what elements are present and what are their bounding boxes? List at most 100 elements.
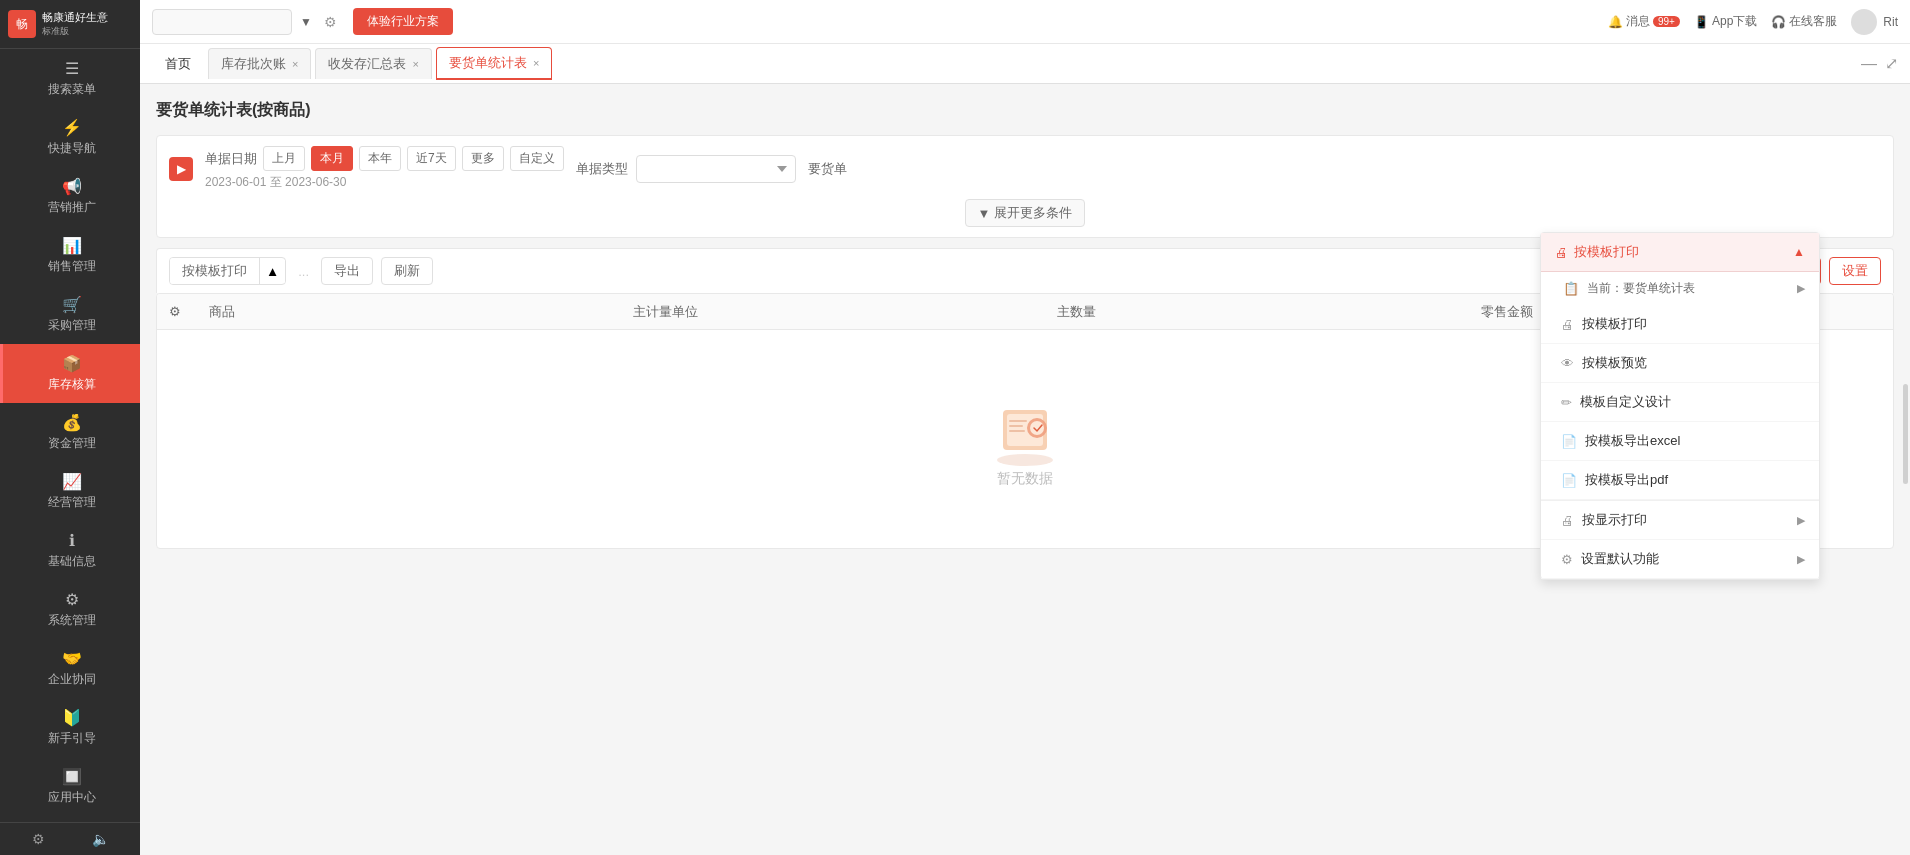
sidebar-item-newguide[interactable]: 🔰 新手引导 [0,698,140,757]
search-input[interactable] [152,9,292,35]
tab-receipt-close[interactable]: × [412,58,418,70]
tab-order-stats[interactable]: 要货单统计表 × [436,47,552,80]
settings-footer-icon[interactable]: ⚙ [32,831,45,847]
sidebar-item-system[interactable]: ⚙ 系统管理 [0,580,140,639]
sidebar-item-inventory[interactable]: 📦 库存核算 [0,344,140,403]
tab-batch-account-close[interactable]: × [292,58,298,70]
sidebar-item-operation[interactable]: 📈 经营管理 [0,462,140,521]
template-pdf-label: 按模板导出pdf [1585,471,1668,489]
tab-home-label: 首页 [165,55,191,73]
tab-order-stats-close[interactable]: × [533,57,539,69]
template-pdf-item[interactable]: 📄 按模板导出pdf [1541,461,1819,500]
mobile-icon: 📱 [1694,15,1709,29]
bell-icon: 🔔 [1608,15,1623,29]
collab-icon: 🤝 [62,649,82,668]
date-filter-section: 单据日期 上月 本月 本年 近7天 更多 自定义 2023-06-01 至 20… [205,146,564,191]
custom-btn[interactable]: 自定义 [510,146,564,171]
search-dropdown-chevron[interactable]: ▼ [300,15,312,29]
type-filter-label: 单据类型 [576,160,628,178]
goods-filter-section: 要货单 [808,160,847,178]
speaker-footer-icon[interactable]: 🔈 [92,831,109,847]
export-btn[interactable]: 导出 [321,257,373,285]
settings-btn[interactable]: 设置 [1829,257,1881,285]
preview-item-icon: 👁 [1561,356,1574,371]
settings-gear-icon[interactable]: ⚙ [324,14,337,30]
template-preview-item[interactable]: 👁 按模板预览 [1541,344,1819,383]
template-print-item[interactable]: 🖨 按模板打印 [1541,305,1819,344]
pdf-item-icon: 📄 [1561,473,1577,488]
default-func-item[interactable]: ⚙ 设置默认功能 ▶ [1541,540,1819,579]
action-left: 按模板打印 ▲ ... 导出 刷新 [169,257,433,285]
default-func-label: 设置默认功能 [1581,550,1659,568]
inventory-icon: 📦 [62,354,82,373]
prev-month-btn[interactable]: 上月 [263,146,305,171]
tab-receipt-summary-label: 收发存汇总表 [328,55,406,73]
app-download-item[interactable]: 📱 App下载 [1694,13,1757,30]
type-filter-section: 单据类型 [576,155,796,183]
sidebar-item-label: 基础信息 [48,553,96,570]
current-template-item[interactable]: 📋 当前：要货单统计表 ▶ [1541,272,1819,305]
tab-batch-account-label: 库存批次账 [221,55,286,73]
sidebar-item-purchase[interactable]: 🛒 采购管理 [0,285,140,344]
sidebar-item-sales[interactable]: 📊 销售管理 [0,226,140,285]
tab-controls: — ⤢ [1861,54,1898,73]
username-text: Rit [1883,15,1898,29]
tab-receipt-summary[interactable]: 收发存汇总表 × [315,48,431,79]
search-icon: ☰ [65,59,79,78]
main-area: ▼ ⚙ 体验行业方案 🔔 消息 99+ 📱 App下载 🎧 在线客服 Rit [140,0,1910,855]
expand-more-label: 展开更多条件 [994,204,1072,222]
current-year-btn[interactable]: 本年 [359,146,401,171]
topbar: ▼ ⚙ 体验行业方案 🔔 消息 99+ 📱 App下载 🎧 在线客服 Rit [140,0,1910,44]
tabbar: 首页 库存批次账 × 收发存汇总表 × 要货单统计表 × — ⤢ [140,44,1910,84]
refresh-btn[interactable]: 刷新 [381,257,433,285]
sidebar-item-appstore[interactable]: 🔲 应用中心 [0,757,140,816]
type-filter-select[interactable] [636,155,796,183]
online-service-item[interactable]: 🎧 在线客服 [1771,13,1837,30]
scrollbar-thumb[interactable] [1903,384,1908,484]
logo-area: 畅 畅康通好生意 标准版 [0,0,140,49]
tab-home[interactable]: 首页 [152,48,204,79]
logo-text-area: 畅康通好生意 标准版 [42,10,108,37]
newguide-icon: 🔰 [62,708,82,727]
sidebar-item-basic[interactable]: ℹ 基础信息 [0,521,140,580]
filter-expand-icon[interactable]: ▶ [169,157,193,181]
operation-icon: 📈 [62,472,82,491]
topbar-right: 🔔 消息 99+ 📱 App下载 🎧 在线客服 Rit [1608,9,1898,35]
template-print-label: 按模板打印 [1582,315,1647,333]
logo-icon: 畅 [8,10,36,38]
sidebar-item-label: 库存核算 [48,376,96,393]
display-print-item[interactable]: 🖨 按显示打印 ▶ [1541,501,1819,540]
table-col-gear[interactable]: ⚙ [157,304,197,319]
expand-more-btn[interactable]: ▼ 展开更多条件 [965,199,1086,227]
sidebar: 畅 畅康通好生意 标准版 ☰ 搜索菜单 ⚡ 快捷导航 📢 营销推广 📊 销售管理… [0,0,140,855]
7days-btn[interactable]: 近7天 [407,146,456,171]
template-design-item[interactable]: ✏ 模板自定义设计 [1541,383,1819,422]
print-dropdown-close-arrow[interactable]: ▲ [1793,245,1805,259]
tab-batch-account[interactable]: 库存批次账 × [208,48,311,79]
sidebar-item-marketing[interactable]: 📢 营销推广 [0,167,140,226]
template-excel-item[interactable]: 📄 按模板导出excel [1541,422,1819,461]
quicknav-icon: ⚡ [62,118,82,137]
display-print-icon: 🖨 [1561,513,1574,528]
sidebar-item-label: 采购管理 [48,317,96,334]
headset-icon: 🎧 [1771,15,1786,29]
user-area[interactable]: Rit [1851,9,1898,35]
sidebar-nav: ☰ 搜索菜单 ⚡ 快捷导航 📢 营销推广 📊 销售管理 🛒 采购管理 📦 库存核… [0,49,140,822]
trial-btn[interactable]: 体验行业方案 [353,8,453,35]
sidebar-item-label: 企业协同 [48,671,96,688]
tab-minimize-btn[interactable]: — [1861,54,1877,73]
app-name: 畅康通好生意 [42,10,108,24]
gear-icon[interactable]: ⚙ [169,304,181,319]
more-btn[interactable]: 更多 [462,146,504,171]
sidebar-item-finance[interactable]: 💰 资金管理 [0,403,140,462]
notification-count: 99+ [1653,16,1680,27]
current-month-btn[interactable]: 本月 [311,146,353,171]
tab-maximize-btn[interactable]: ⤢ [1885,54,1898,73]
print-dropdown-arrow-btn[interactable]: ▲ [260,260,285,283]
sidebar-item-search[interactable]: ☰ 搜索菜单 [0,49,140,108]
print-template-btn[interactable]: 按模板打印 [170,258,260,284]
notification-item[interactable]: 🔔 消息 99+ [1608,13,1680,30]
sidebar-item-quicknav[interactable]: ⚡ 快捷导航 [0,108,140,167]
sidebar-item-collab[interactable]: 🤝 企业协同 [0,639,140,698]
expand-row: ▼ 展开更多条件 [169,199,1881,227]
